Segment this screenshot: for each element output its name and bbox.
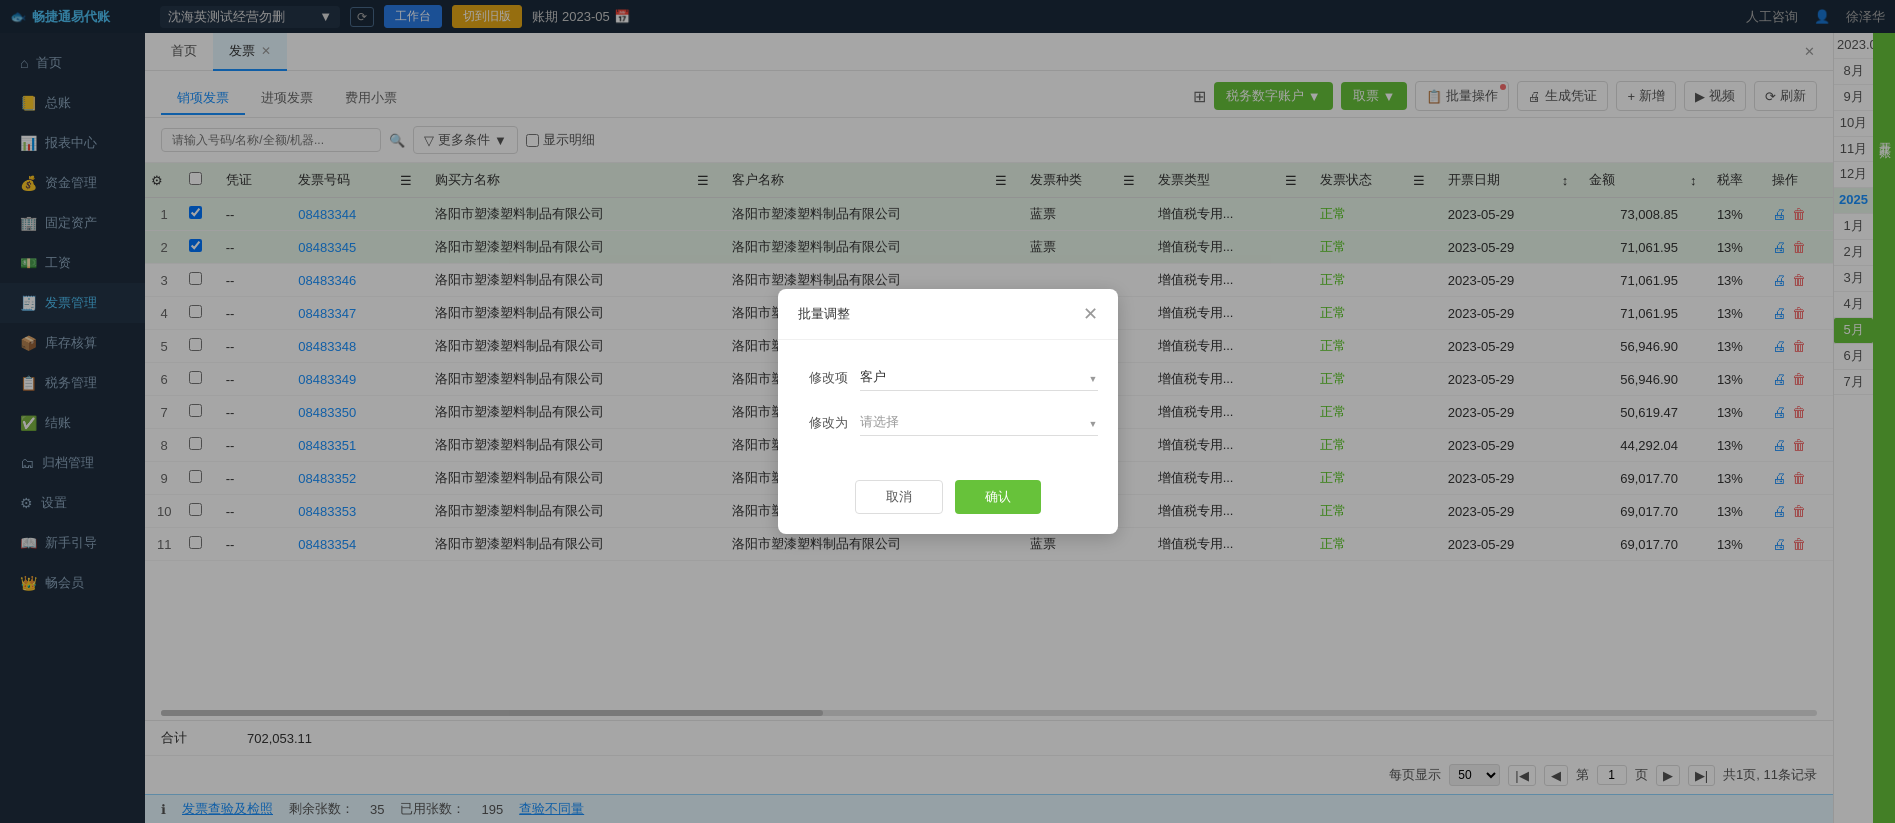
- modal-confirm-btn[interactable]: 确认: [955, 480, 1041, 514]
- modal-field-chevron: [1089, 370, 1098, 385]
- modal-changeto-chevron: [1089, 415, 1098, 430]
- modal-changeto-label: 修改为: [798, 414, 848, 432]
- modal-field-select[interactable]: 客户: [860, 364, 1098, 391]
- modal-changeto-placeholder: 请选择: [860, 413, 899, 431]
- modal-title: 批量调整: [798, 305, 850, 323]
- modal-header: 批量调整 ✕: [778, 289, 1118, 340]
- modal-changeto-row: 修改为 请选择: [798, 409, 1098, 436]
- modal-close-btn[interactable]: ✕: [1083, 303, 1098, 325]
- modal-field-row: 修改项 客户: [798, 364, 1098, 391]
- modal-changeto-select[interactable]: 请选择: [860, 409, 1098, 436]
- modal-cancel-btn[interactable]: 取消: [855, 480, 943, 514]
- modal-body: 修改项 客户 修改为 请选择: [778, 340, 1118, 470]
- modal-overlay: 批量调整 ✕ 修改项 客户 修改为 请选择 取消 确: [0, 0, 1895, 823]
- modal-field-label: 修改项: [798, 369, 848, 387]
- batch-adjust-modal: 批量调整 ✕ 修改项 客户 修改为 请选择 取消 确: [778, 289, 1118, 534]
- modal-field-value: 客户: [860, 368, 886, 386]
- modal-footer: 取消 确认: [778, 470, 1118, 534]
